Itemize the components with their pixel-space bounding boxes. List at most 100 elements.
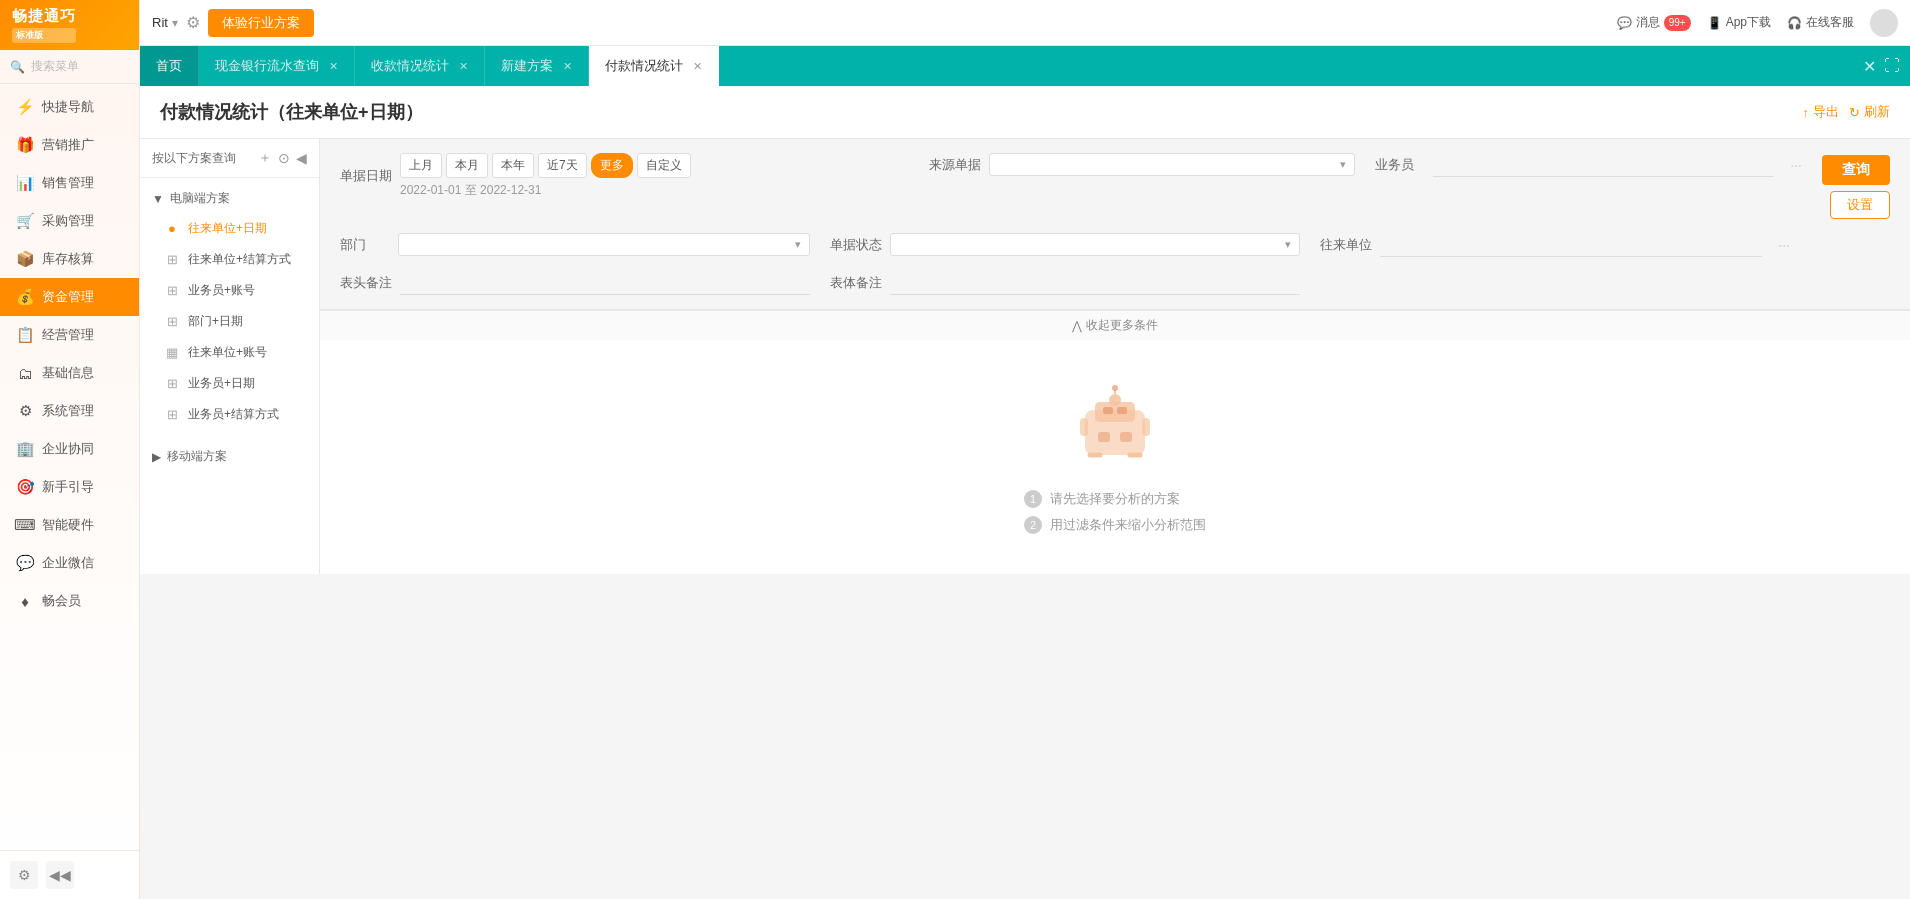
company-selector[interactable]: Rit ▾	[152, 15, 178, 30]
sidebar-logo: 畅捷通巧 标准版	[0, 0, 139, 50]
scheme-item-unit-account[interactable]: ▦ 往来单位+账号	[140, 337, 319, 368]
source-doc-field: 来源单据 ▾	[929, 153, 1356, 176]
sidebar-item-enterprise[interactable]: 🏢 企业协同	[0, 430, 139, 468]
date-7days-btn[interactable]: 近7天	[538, 153, 587, 178]
export-icon: ↑	[1803, 105, 1810, 120]
system-icon: ⚙	[16, 402, 34, 420]
scheme-item-unit-settlement[interactable]: ⊞ 往来单位+结算方式	[140, 244, 319, 275]
tab-payment-stats-label: 付款情况统计	[605, 57, 683, 75]
trial-button[interactable]: 体验行业方案	[208, 9, 314, 37]
desktop-section-title[interactable]: ▼ 电脑端方案	[140, 184, 319, 213]
setup-button[interactable]: 设置	[1830, 191, 1890, 219]
tab-receipt-stats[interactable]: 收款情况统计 ✕	[355, 46, 485, 86]
tab-actions: ✕ ⛶	[1853, 46, 1910, 86]
sidebar-item-fund[interactable]: 💰 资金管理	[0, 278, 139, 316]
refresh-button[interactable]: ↻ 刷新	[1849, 103, 1890, 121]
scheme-item-staff-date[interactable]: ⊞ 业务员+日期	[140, 368, 319, 399]
sidebar-item-label: 企业协同	[42, 440, 94, 458]
date-this-month-btn[interactable]: 本月	[446, 153, 488, 178]
scheme-item-staff-account[interactable]: ⊞ 业务员+账号	[140, 275, 319, 306]
settings-footer-btn[interactable]: ⚙	[10, 861, 38, 889]
sidebar-item-label: 企业微信	[42, 554, 94, 572]
tab-receipt-stats-close[interactable]: ✕	[459, 60, 468, 73]
app-download-btn[interactable]: 📱 App下载	[1707, 14, 1771, 31]
header-note-field: 表头备注	[340, 271, 810, 295]
sidebar-item-label: 采购管理	[42, 212, 94, 230]
unit-date-icon: ●	[164, 221, 180, 237]
user-avatar[interactable]	[1870, 9, 1898, 37]
scheme-header-actions: ＋ ⊙ ◀	[258, 149, 307, 167]
tab-home[interactable]: 首页	[140, 46, 199, 86]
collapse-sidebar-btn[interactable]: ◀◀	[46, 861, 74, 889]
app-edition: 标准版	[12, 28, 76, 43]
scheme-item-staff-settlement[interactable]: ⊞ 业务员+结算方式	[140, 399, 319, 430]
scheme-settings-icon[interactable]: ⊙	[278, 150, 290, 166]
collapse-label: 收起更多条件	[1086, 317, 1158, 334]
app-download-label: App下载	[1726, 14, 1771, 31]
date-prev-month-btn[interactable]: 上月	[400, 153, 442, 178]
scheme-panel-label: 按以下方案查询	[152, 150, 236, 167]
tab-new-scheme-close[interactable]: ✕	[563, 60, 572, 73]
tab-payment-stats[interactable]: 付款情况统计 ✕	[589, 46, 719, 86]
staff-date-icon: ⊞	[164, 376, 180, 392]
doc-status-select[interactable]: ▾	[890, 233, 1300, 256]
sidebar-item-quick-nav[interactable]: ⚡ 快捷导航	[0, 88, 139, 126]
scheme-item-dept-date[interactable]: ⊞ 部门+日期	[140, 306, 319, 337]
refresh-label: 刷新	[1864, 103, 1890, 121]
message-btn[interactable]: 💬 消息 99+	[1617, 14, 1691, 31]
export-button[interactable]: ↑ 导出	[1803, 103, 1840, 121]
body-note-input[interactable]	[890, 271, 1300, 295]
scheme-item-label: 业务员+结算方式	[188, 406, 279, 423]
add-scheme-icon[interactable]: ＋	[258, 149, 272, 167]
date-custom-btn[interactable]: 自定义	[637, 153, 691, 178]
customer-service-btn[interactable]: 🎧 在线客服	[1787, 14, 1854, 31]
sidebar-item-wechat[interactable]: 💬 企业微信	[0, 544, 139, 582]
sidebar-item-inventory[interactable]: 📦 库存核算	[0, 240, 139, 278]
sidebar-item-member[interactable]: ♦ 畅会员	[0, 582, 139, 620]
sidebar-item-purchase[interactable]: 🛒 采购管理	[0, 202, 139, 240]
tab-new-scheme[interactable]: 新建方案 ✕	[485, 46, 589, 86]
date-this-year-btn[interactable]: 本年	[492, 153, 534, 178]
sidebar-item-label: 智能硬件	[42, 516, 94, 534]
unit-dots[interactable]: ···	[1778, 237, 1790, 253]
dept-select[interactable]: ▾	[398, 233, 810, 256]
source-doc-arrow: ▾	[1340, 158, 1346, 171]
sidebar-item-basic-info[interactable]: 🗂 基础信息	[0, 354, 139, 392]
sidebar: 畅捷通巧 标准版 🔍 搜索菜单 ⚡ 快捷导航 🎁 营销推广 📊 销售管理 🛒 采…	[0, 0, 140, 899]
collapse-scheme-icon[interactable]: ◀	[296, 150, 307, 166]
source-doc-label: 来源单据	[929, 156, 981, 174]
sidebar-item-hardware[interactable]: ⌨ 智能硬件	[0, 506, 139, 544]
query-button[interactable]: 查询	[1822, 155, 1890, 185]
header-note-input[interactable]	[400, 271, 810, 295]
full-content: 付款情况统计（往来单位+日期） ↑ 导出 ↻ 刷新	[140, 86, 1910, 574]
staff-input[interactable]	[1433, 153, 1774, 177]
maximize-btn[interactable]: ⛶	[1884, 57, 1900, 75]
collapse-conditions-btn[interactable]: ⋀ 收起更多条件	[320, 310, 1910, 340]
sidebar-search[interactable]: 🔍 搜索菜单	[0, 50, 139, 84]
tab-home-label: 首页	[156, 57, 182, 75]
sidebar-item-system[interactable]: ⚙ 系统管理	[0, 392, 139, 430]
sidebar-item-guide[interactable]: 🎯 新手引导	[0, 468, 139, 506]
close-tab-btn[interactable]: ✕	[1863, 57, 1876, 76]
page-header: 付款情况统计（往来单位+日期） ↑ 导出 ↻ 刷新	[140, 86, 1910, 139]
app-name: 畅捷通巧	[12, 7, 76, 26]
mobile-section: ▶ 移动端方案	[140, 436, 319, 477]
sidebar-item-label: 经营管理	[42, 326, 94, 344]
mobile-section-title[interactable]: ▶ 移动端方案	[140, 442, 319, 471]
sidebar-item-sales[interactable]: 📊 销售管理	[0, 164, 139, 202]
sidebar-item-marketing[interactable]: 🎁 营销推广	[0, 126, 139, 164]
topbar-settings-icon[interactable]: ⚙	[186, 13, 200, 32]
tab-payment-stats-close[interactable]: ✕	[693, 60, 702, 73]
date-more-btn[interactable]: 更多	[591, 153, 633, 178]
tab-cash-flow-close[interactable]: ✕	[329, 60, 338, 73]
tab-cash-flow[interactable]: 现金银行流水查询 ✕	[199, 46, 355, 86]
staff-dots[interactable]: ···	[1790, 157, 1802, 173]
member-icon: ♦	[16, 592, 34, 610]
source-doc-select[interactable]: ▾	[989, 153, 1356, 176]
company-name: Rit	[152, 15, 168, 30]
unit-input[interactable]	[1380, 233, 1762, 257]
sidebar-item-operations[interactable]: 📋 经营管理	[0, 316, 139, 354]
scheme-item-unit-date[interactable]: ● 往来单位+日期	[140, 213, 319, 244]
page-body: 按以下方案查询 ＋ ⊙ ◀ ▼ 电脑端方案	[140, 139, 1910, 574]
tip-num-1: 1	[1024, 490, 1042, 508]
